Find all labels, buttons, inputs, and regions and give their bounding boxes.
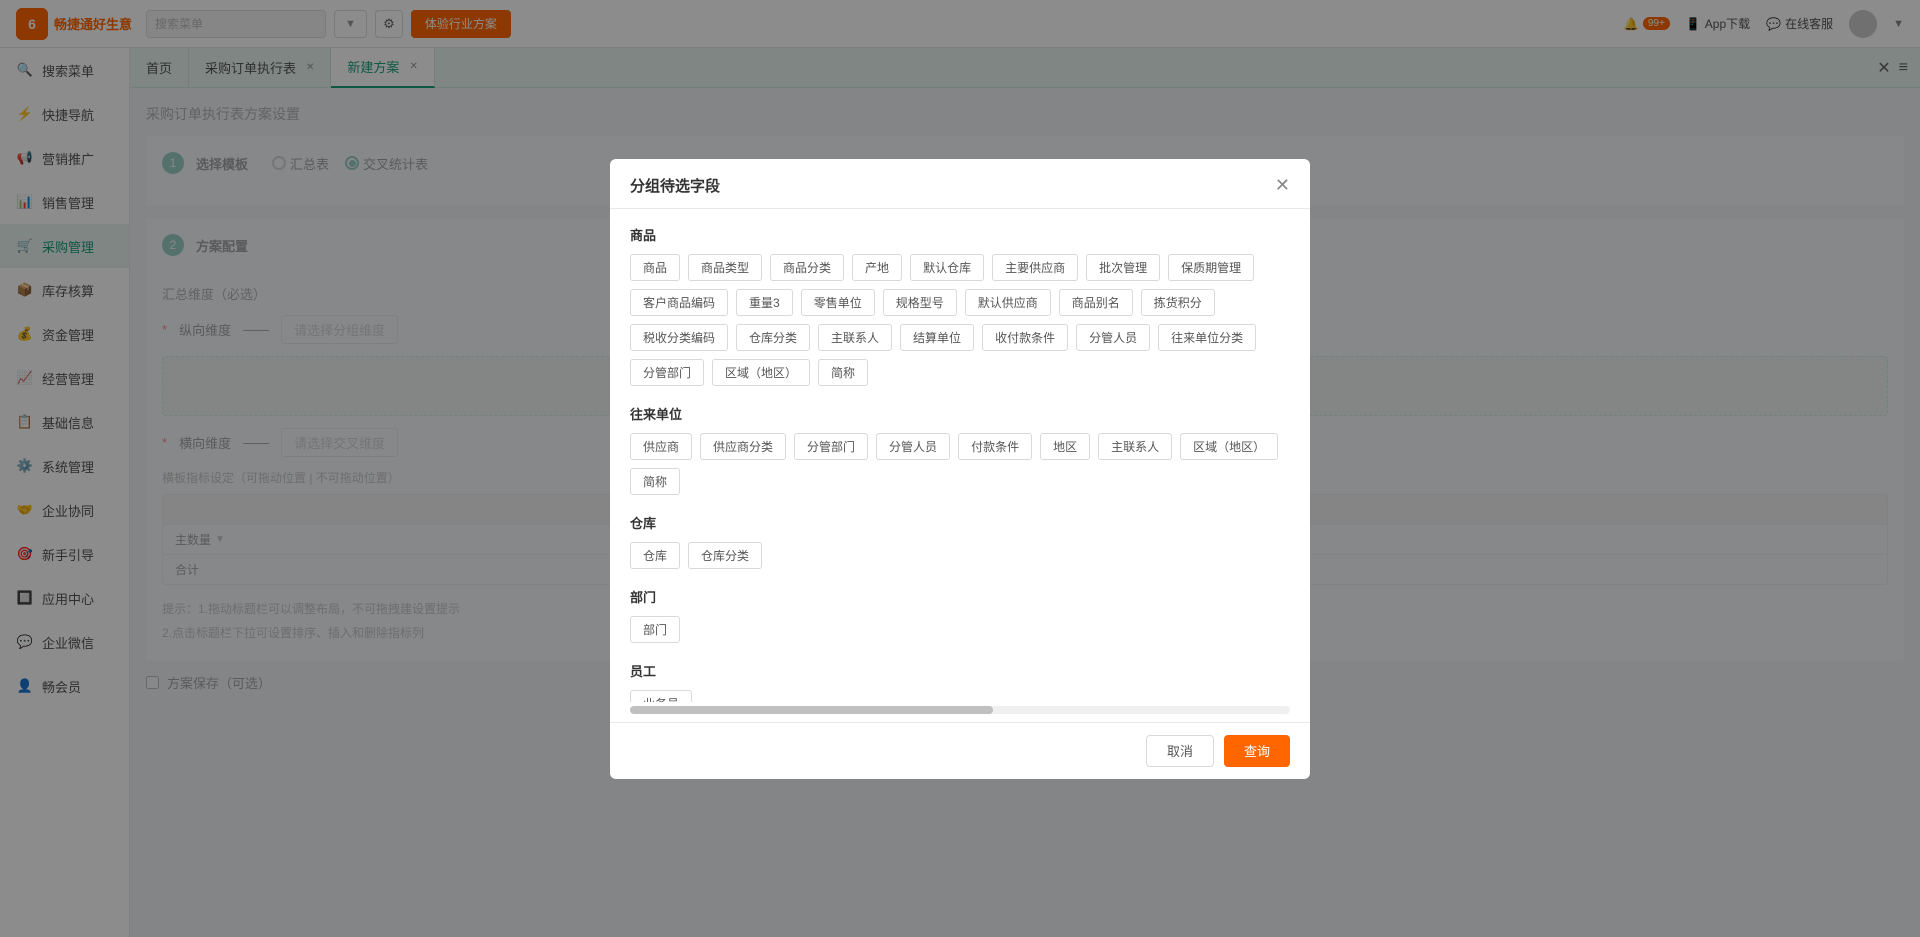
- chip-product-21[interactable]: 往来单位分类: [1158, 324, 1256, 351]
- chip-product-0[interactable]: 商品: [630, 254, 680, 281]
- section-counterpart-title: 往来单位: [630, 404, 1290, 423]
- section-warehouse-title: 仓库: [630, 513, 1290, 532]
- chip-department-0[interactable]: 部门: [630, 616, 680, 643]
- chip-product-11[interactable]: 规格型号: [883, 289, 957, 316]
- chip-counterpart-5[interactable]: 地区: [1040, 433, 1090, 460]
- section-counterpart-chips: 供应商 供应商分类 分管部门 分管人员 付款条件 地区 主联系人 区域（地区） …: [630, 433, 1290, 495]
- chip-product-16[interactable]: 仓库分类: [736, 324, 810, 351]
- field-select-modal: 分组待选字段 ✕ 商品 商品 商品类型 商品分类 产地 默认仓库 主要供应商 批…: [610, 159, 1310, 779]
- chip-product-3[interactable]: 产地: [852, 254, 902, 281]
- chip-counterpart-6[interactable]: 主联系人: [1098, 433, 1172, 460]
- chip-product-13[interactable]: 商品别名: [1059, 289, 1133, 316]
- hscroll-thumb[interactable]: [630, 706, 993, 714]
- modal-body: 商品 商品 商品类型 商品分类 产地 默认仓库 主要供应商 批次管理 保质期管理…: [610, 209, 1310, 702]
- section-department-chips: 部门: [630, 616, 1290, 643]
- chip-product-18[interactable]: 结算单位: [900, 324, 974, 351]
- chip-product-17[interactable]: 主联系人: [818, 324, 892, 351]
- section-department: 部门 部门: [630, 587, 1290, 643]
- section-employee-title: 员工: [630, 661, 1290, 680]
- chip-product-20[interactable]: 分管人员: [1076, 324, 1150, 351]
- chip-counterpart-8[interactable]: 简称: [630, 468, 680, 495]
- confirm-button[interactable]: 查询: [1224, 735, 1290, 767]
- chip-product-24[interactable]: 简称: [818, 359, 868, 386]
- chip-product-23[interactable]: 区域（地区）: [712, 359, 810, 386]
- chip-product-1[interactable]: 商品类型: [688, 254, 762, 281]
- chip-counterpart-3[interactable]: 分管人员: [876, 433, 950, 460]
- horizontal-scroll-area: [610, 702, 1310, 722]
- chip-product-2[interactable]: 商品分类: [770, 254, 844, 281]
- chip-warehouse-1[interactable]: 仓库分类: [688, 542, 762, 569]
- section-department-title: 部门: [630, 587, 1290, 606]
- chip-counterpart-4[interactable]: 付款条件: [958, 433, 1032, 460]
- chip-counterpart-2[interactable]: 分管部门: [794, 433, 868, 460]
- chip-product-19[interactable]: 收付款条件: [982, 324, 1068, 351]
- section-employee: 员工 业务员: [630, 661, 1290, 702]
- section-employee-chips: 业务员: [630, 690, 1290, 702]
- chip-product-15[interactable]: 税收分类编码: [630, 324, 728, 351]
- chip-counterpart-0[interactable]: 供应商: [630, 433, 692, 460]
- section-warehouse: 仓库 仓库 仓库分类: [630, 513, 1290, 569]
- modal-header: 分组待选字段 ✕: [610, 159, 1310, 209]
- chip-product-8[interactable]: 客户商品编码: [630, 289, 728, 316]
- section-product: 商品 商品 商品类型 商品分类 产地 默认仓库 主要供应商 批次管理 保质期管理…: [630, 225, 1290, 386]
- chip-product-22[interactable]: 分管部门: [630, 359, 704, 386]
- hscroll-track: [630, 706, 1290, 714]
- section-product-title: 商品: [630, 225, 1290, 244]
- chip-product-9[interactable]: 重量3: [736, 289, 793, 316]
- modal-title: 分组待选字段: [630, 175, 720, 196]
- section-warehouse-chips: 仓库 仓库分类: [630, 542, 1290, 569]
- chip-product-12[interactable]: 默认供应商: [965, 289, 1051, 316]
- modal-overlay: 分组待选字段 ✕ 商品 商品 商品类型 商品分类 产地 默认仓库 主要供应商 批…: [0, 0, 1920, 937]
- section-counterpart: 往来单位 供应商 供应商分类 分管部门 分管人员 付款条件 地区 主联系人 区域…: [630, 404, 1290, 495]
- chip-counterpart-7[interactable]: 区域（地区）: [1180, 433, 1278, 460]
- chip-warehouse-0[interactable]: 仓库: [630, 542, 680, 569]
- chip-product-10[interactable]: 零售单位: [801, 289, 875, 316]
- chip-employee-0[interactable]: 业务员: [630, 690, 692, 702]
- chip-product-7[interactable]: 保质期管理: [1168, 254, 1254, 281]
- modal-close-button[interactable]: ✕: [1275, 175, 1290, 196]
- chip-counterpart-1[interactable]: 供应商分类: [700, 433, 786, 460]
- cancel-button[interactable]: 取消: [1146, 735, 1214, 767]
- chip-product-4[interactable]: 默认仓库: [910, 254, 984, 281]
- chip-product-5[interactable]: 主要供应商: [992, 254, 1078, 281]
- modal-footer: 取消 查询: [610, 722, 1310, 779]
- chip-product-6[interactable]: 批次管理: [1086, 254, 1160, 281]
- section-product-chips: 商品 商品类型 商品分类 产地 默认仓库 主要供应商 批次管理 保质期管理 客户…: [630, 254, 1290, 386]
- chip-product-14[interactable]: 拣货积分: [1141, 289, 1215, 316]
